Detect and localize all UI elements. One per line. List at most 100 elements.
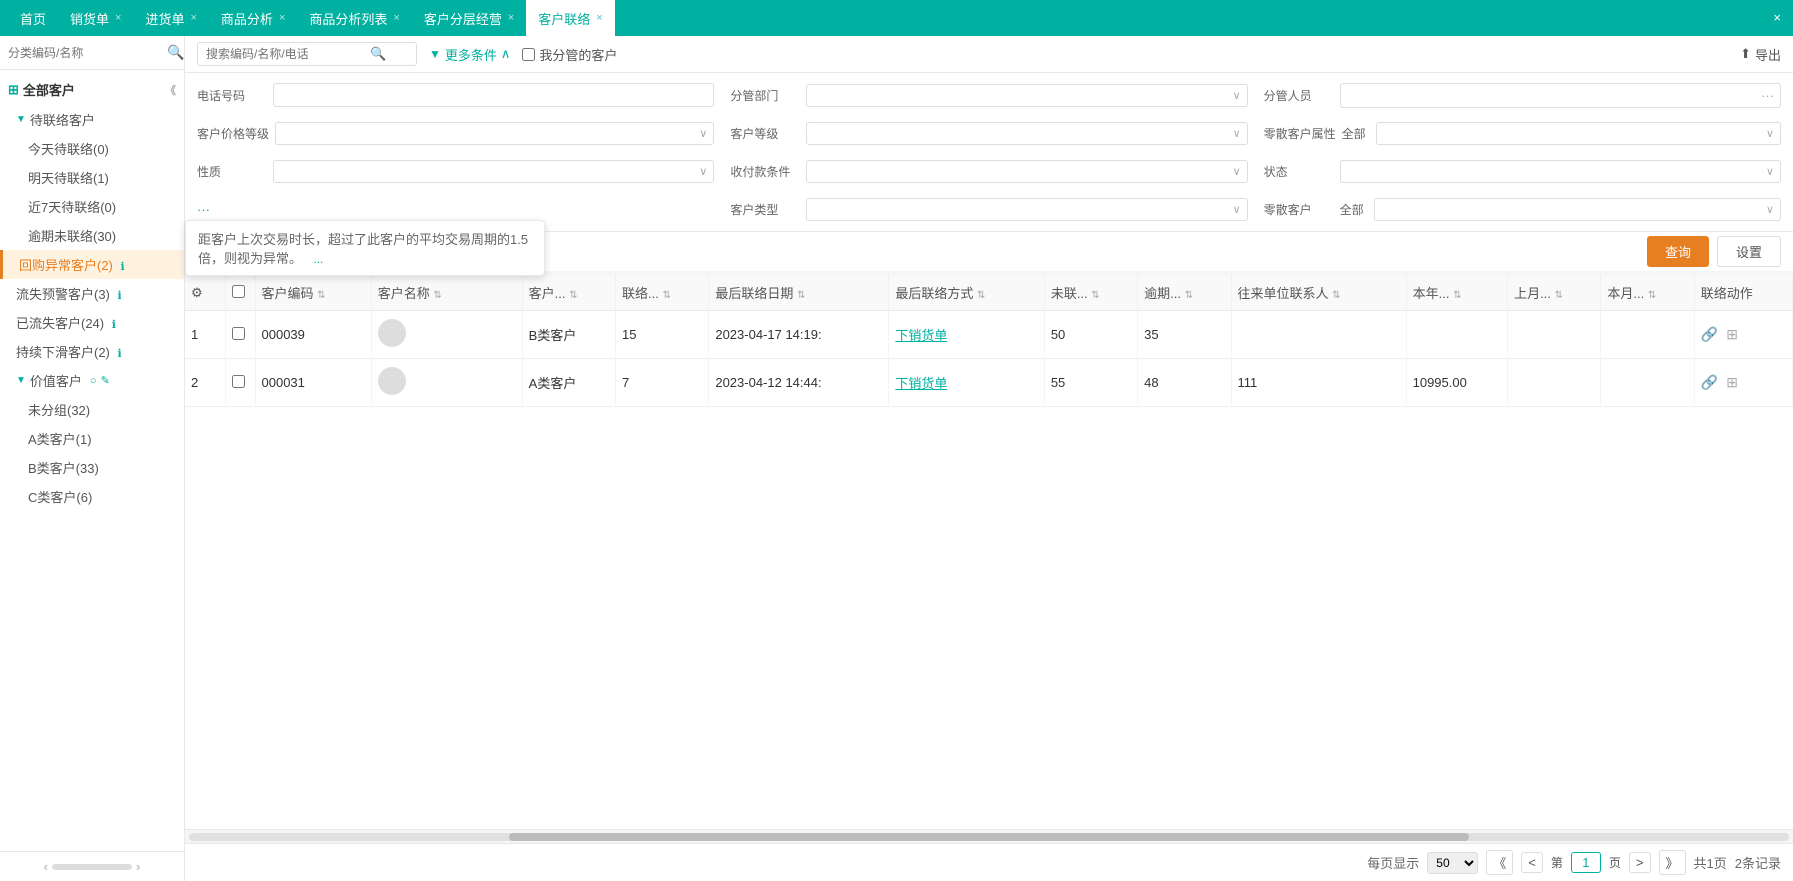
next-page-button[interactable]: >: [1629, 852, 1651, 873]
row2-select-checkbox[interactable]: [232, 375, 245, 388]
retail-customer-select[interactable]: ∨: [1374, 198, 1781, 221]
row1-level: B类客户: [522, 311, 615, 359]
sidebar-item-tomorrow-pending[interactable]: 明天待联络(1): [0, 163, 184, 192]
nature-select[interactable]: ∨: [273, 160, 714, 183]
col-overdue-label: 逾期...: [1144, 286, 1181, 301]
nav-purchase-order[interactable]: 进货单 ×: [133, 0, 208, 36]
row2-method-link[interactable]: 下销货单: [895, 376, 947, 391]
col-overdue[interactable]: 逾期... ⇅: [1138, 275, 1231, 311]
nav-product-analysis[interactable]: 商品分析 ×: [209, 0, 297, 36]
customer-groups-edit-icon[interactable]: ✎: [101, 374, 110, 387]
customer-type-select[interactable]: ∨: [806, 198, 1247, 221]
col-contact-count[interactable]: 联络... ⇅: [616, 275, 709, 311]
nav-customer-contact[interactable]: 客户联络 ×: [526, 0, 614, 36]
sidebar-item-7days-pending[interactable]: 近7天待联络(0): [0, 192, 184, 221]
col-last-method-sort: ⇅: [977, 290, 985, 301]
sidebar-scroll-left[interactable]: ‹: [44, 859, 48, 874]
col-contact-person[interactable]: 往来单位联系人 ⇅: [1231, 275, 1406, 311]
status-select[interactable]: ∨: [1340, 160, 1781, 183]
row1-action-link-icon[interactable]: 🔗: [1701, 326, 1718, 343]
sidebar-item-churned[interactable]: 已流失客户(24) ℹ: [0, 308, 184, 337]
horizontal-scrollbar[interactable]: [185, 829, 1793, 843]
nav-customer-contact-close[interactable]: ×: [596, 12, 602, 24]
sidebar-search-input[interactable]: [8, 46, 163, 60]
close-all-tabs-button[interactable]: ×: [1773, 9, 1781, 27]
sidebar-item-c-class[interactable]: C类客户(6): [0, 482, 184, 511]
sidebar-all-customers[interactable]: ⊞ 全部客户 《: [0, 74, 184, 105]
nav-product-analysis-close[interactable]: ×: [279, 12, 285, 24]
col-this-year[interactable]: 本年... ⇅: [1406, 275, 1507, 311]
last-page-button[interactable]: 》: [1659, 850, 1686, 875]
per-page-select[interactable]: 50 100 200: [1427, 852, 1478, 874]
scrollbar-thumb[interactable]: [509, 833, 1469, 841]
phone-input[interactable]: [273, 83, 714, 107]
sidebar-collapse-btn[interactable]: 《: [165, 82, 176, 98]
query-button[interactable]: 查询: [1647, 236, 1709, 267]
sidebar-item-overdue-uncontacted[interactable]: 逾期未联络(30): [0, 221, 184, 250]
row2-level: A类客户: [522, 359, 615, 407]
col-not-contacted[interactable]: 未联... ⇅: [1044, 275, 1137, 311]
filter-ellipsis-btn[interactable]: ···: [197, 202, 210, 217]
col-last-month[interactable]: 上月... ⇅: [1508, 275, 1601, 311]
customer-search-input[interactable]: [206, 47, 366, 61]
sidebar-item-a-class[interactable]: A类客户(1): [0, 424, 184, 453]
col-contact-person-sort: ⇅: [1332, 290, 1340, 301]
nav-customer-stratification[interactable]: 客户分层经营 ×: [412, 0, 526, 36]
my-customer-checkbox[interactable]: [522, 48, 535, 61]
churned-info-icon: ℹ: [112, 319, 116, 331]
sidebar-search-icon: 🔍: [167, 44, 184, 61]
row2-action-grid-icon[interactable]: ⊞: [1726, 374, 1738, 391]
nav-sales-close[interactable]: ×: [115, 12, 121, 24]
pagination-bar: 每页显示 50 100 200 《 < 第 1 页 > 》 共1页 2条记录: [185, 843, 1793, 881]
sidebar-item-declining[interactable]: 持续下滑客户(2) ℹ: [0, 337, 184, 366]
col-this-month[interactable]: 本月... ⇅: [1601, 275, 1694, 311]
col-this-year-sort: ⇅: [1453, 290, 1461, 301]
first-page-button[interactable]: 《: [1486, 850, 1513, 875]
declining-info-icon: ℹ: [118, 348, 122, 360]
sidebar-item-repurchase-abnormal[interactable]: 回购异常客户(2) ℹ: [0, 250, 184, 279]
department-select[interactable]: ∨: [806, 84, 1247, 107]
filter-retail-attr: 零散客户属性 全部 ∨: [1264, 117, 1781, 149]
person-select[interactable]: ···: [1340, 83, 1781, 108]
setting-button[interactable]: 设置: [1717, 236, 1781, 267]
col-code[interactable]: 客户编码 ⇅: [255, 275, 371, 311]
row1-select-checkbox[interactable]: [232, 327, 245, 340]
prev-page-button[interactable]: <: [1521, 852, 1543, 873]
nav-sales-label: 销货单: [70, 9, 109, 28]
row1-this-month: [1601, 311, 1694, 359]
col-last-contact-method[interactable]: 最后联络方式 ⇅: [889, 275, 1044, 311]
nav-product-analysis-list[interactable]: 商品分析列表 ×: [297, 0, 411, 36]
sidebar-item-ungroup[interactable]: 未分组(32): [0, 395, 184, 424]
nav-product-list-close[interactable]: ×: [393, 12, 399, 24]
payment-terms-select[interactable]: ∨: [806, 160, 1247, 183]
retail-attr-select[interactable]: ∨: [1376, 122, 1781, 145]
nav-sales-order[interactable]: 销货单 ×: [58, 0, 133, 36]
col-last-method-label: 最后联络方式: [895, 286, 973, 301]
row1-action-grid-icon[interactable]: ⊞: [1726, 326, 1738, 343]
my-customer-checkbox-label[interactable]: 我分管的客户: [522, 45, 617, 64]
nav-home[interactable]: 首页: [8, 0, 58, 36]
customer-level-select[interactable]: ∨: [806, 122, 1247, 145]
more-conditions-button[interactable]: ▼ 更多条件 ∧: [429, 45, 510, 64]
total-pages: 共1页: [1694, 853, 1727, 872]
row1-method-link[interactable]: 下销货单: [895, 328, 947, 343]
price-level-select[interactable]: ∨: [275, 122, 714, 145]
sidebar-item-churn-warning[interactable]: 流失预警客户(3) ℹ: [0, 279, 184, 308]
select-all-checkbox[interactable]: [232, 285, 245, 298]
sidebar-group-value-customers[interactable]: ▼ 价值客户 ○ ✎: [0, 366, 184, 395]
nav-customer-strat-close[interactable]: ×: [508, 12, 514, 24]
sidebar-group-pending-contact[interactable]: ▼ 待联络客户: [0, 105, 184, 134]
top-navigation: 首页 销货单 × 进货单 × 商品分析 × 商品分析列表 × 客户分层经营 × …: [0, 0, 1793, 36]
col-level[interactable]: 客户... ⇅: [522, 275, 615, 311]
export-button[interactable]: ⬆ 导出: [1740, 45, 1781, 64]
row2-actions: 🔗 ⊞: [1694, 359, 1792, 407]
col-last-contact-date[interactable]: 最后联络日期 ⇅: [709, 275, 889, 311]
sidebar-item-today-pending[interactable]: 今天待联络(0): [0, 134, 184, 163]
col-name[interactable]: 客户名称 ⇅: [371, 275, 522, 311]
col-settings[interactable]: ⚙: [185, 275, 225, 311]
sidebar-scroll-right[interactable]: ›: [136, 859, 140, 874]
nav-home-label: 首页: [20, 9, 46, 28]
sidebar-item-b-class[interactable]: B类客户(33): [0, 453, 184, 482]
nav-purchase-close[interactable]: ×: [190, 12, 196, 24]
row2-action-link-icon[interactable]: 🔗: [1701, 374, 1718, 391]
